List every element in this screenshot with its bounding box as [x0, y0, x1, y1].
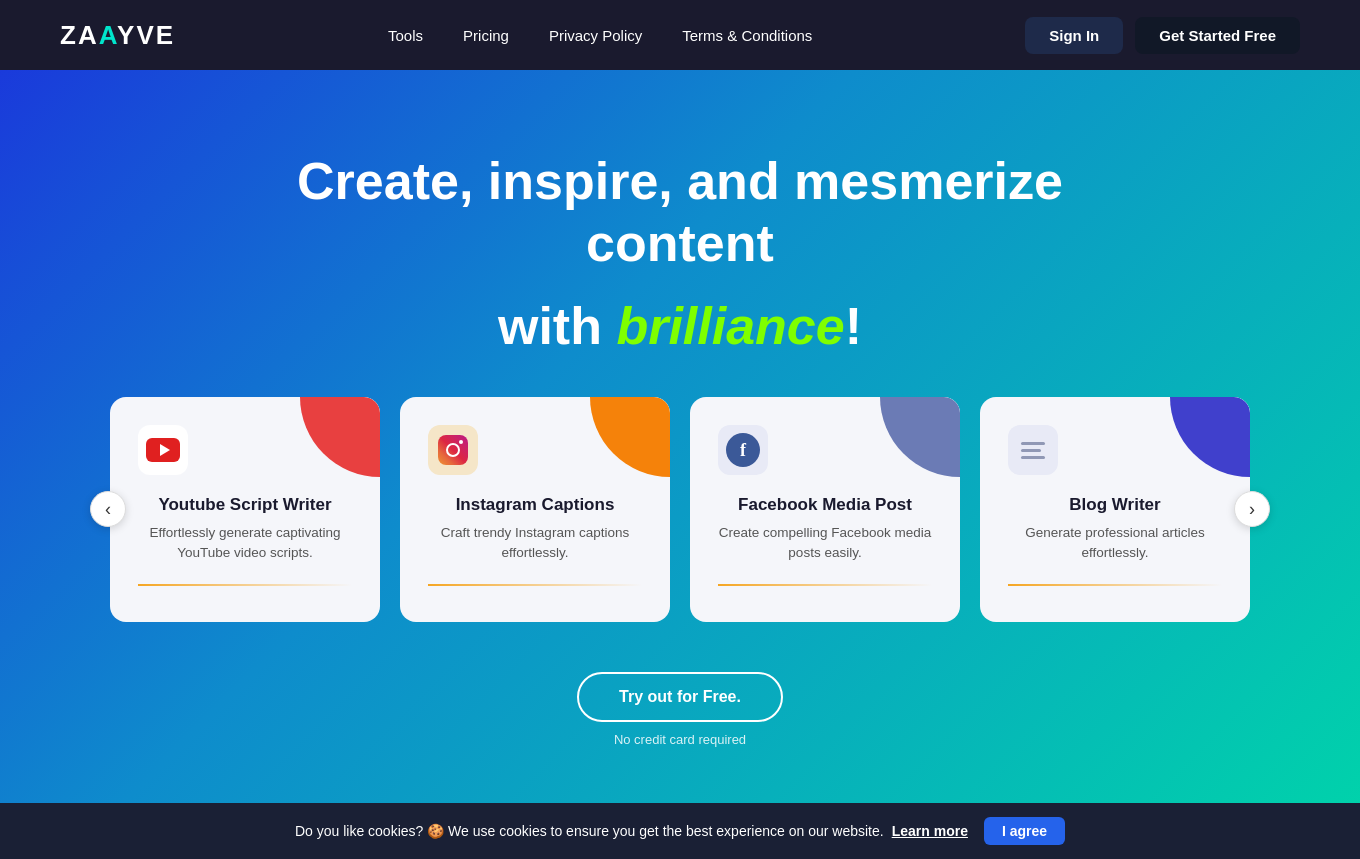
- blog-icon-wrapper: [1008, 425, 1058, 475]
- card-divider-youtube: [138, 584, 352, 586]
- navbar: ZAAYVE Tools Pricing Privacy Policy Term…: [0, 0, 1360, 70]
- card-corner-blog: [1170, 397, 1250, 477]
- facebook-icon-wrapper: f: [718, 425, 768, 475]
- logo: ZAAYVE: [60, 20, 175, 51]
- signin-button[interactable]: Sign In: [1025, 17, 1123, 54]
- hero-title-line1: Create, inspire, and mesmerize content: [230, 150, 1130, 275]
- card-divider-facebook: [718, 584, 932, 586]
- card-facebook: f Facebook Media Post Create compelling …: [690, 397, 960, 622]
- hero-brilliance: brilliance: [616, 297, 844, 355]
- card-corner-facebook: [880, 397, 960, 477]
- card-title-facebook: Facebook Media Post: [718, 495, 932, 515]
- card-desc-facebook: Create compelling Facebook media posts e…: [718, 523, 932, 564]
- nav-privacy[interactable]: Privacy Policy: [549, 27, 642, 44]
- nav-pricing[interactable]: Pricing: [463, 27, 509, 44]
- card-instagram: Instagram Captions Craft trendy Instagra…: [400, 397, 670, 622]
- card-desc-blog: Generate professional articles effortles…: [1008, 523, 1222, 564]
- try-free-button[interactable]: Try out for Free.: [577, 672, 783, 722]
- card-title-blog: Blog Writer: [1008, 495, 1222, 515]
- blog-lines-icon: [1021, 442, 1045, 459]
- yt-play-icon: [146, 438, 180, 462]
- try-section: Try out for Free. No credit card require…: [60, 662, 1300, 787]
- nav-links: Tools Pricing Privacy Policy Terms & Con…: [388, 27, 812, 44]
- cookie-text: Do you like cookies? 🍪 We use cookies to…: [295, 823, 884, 839]
- card-youtube: Youtube Script Writer Effortlessly gener…: [110, 397, 380, 622]
- navbar-actions: Sign In Get Started Free: [1025, 17, 1300, 54]
- get-started-button[interactable]: Get Started Free: [1135, 17, 1300, 54]
- try-note: No credit card required: [60, 732, 1300, 747]
- carousel-prev-button[interactable]: ‹: [90, 491, 126, 527]
- hero-title-line2: with brilliance!: [60, 295, 1300, 357]
- instagram-icon: [438, 435, 468, 465]
- card-title-instagram: Instagram Captions: [428, 495, 642, 515]
- card-title-youtube: Youtube Script Writer: [138, 495, 352, 515]
- carousel-next-button[interactable]: ›: [1234, 491, 1270, 527]
- cards-carousel: ‹ Youtube Script Writer Effortlessly gen…: [80, 397, 1280, 622]
- nav-tools[interactable]: Tools: [388, 27, 423, 44]
- nav-terms[interactable]: Terms & Conditions: [682, 27, 812, 44]
- facebook-icon: f: [726, 433, 760, 467]
- card-desc-youtube: Effortlessly generate captivating YouTub…: [138, 523, 352, 564]
- cards-wrapper: Youtube Script Writer Effortlessly gener…: [80, 397, 1280, 622]
- hero-section: Create, inspire, and mesmerize content w…: [0, 70, 1360, 847]
- card-desc-instagram: Craft trendy Instagram captions effortle…: [428, 523, 642, 564]
- cookie-learn-more[interactable]: Learn more: [892, 823, 968, 839]
- cookie-agree-button[interactable]: I agree: [984, 817, 1065, 845]
- instagram-icon-wrapper: [428, 425, 478, 475]
- cookie-banner: Do you like cookies? 🍪 We use cookies to…: [0, 803, 1360, 859]
- card-blog: Blog Writer Generate professional articl…: [980, 397, 1250, 622]
- card-corner-instagram: [590, 397, 670, 477]
- card-corner-youtube: [300, 397, 380, 477]
- card-divider-blog: [1008, 584, 1222, 586]
- card-divider-instagram: [428, 584, 642, 586]
- youtube-icon: [138, 425, 188, 475]
